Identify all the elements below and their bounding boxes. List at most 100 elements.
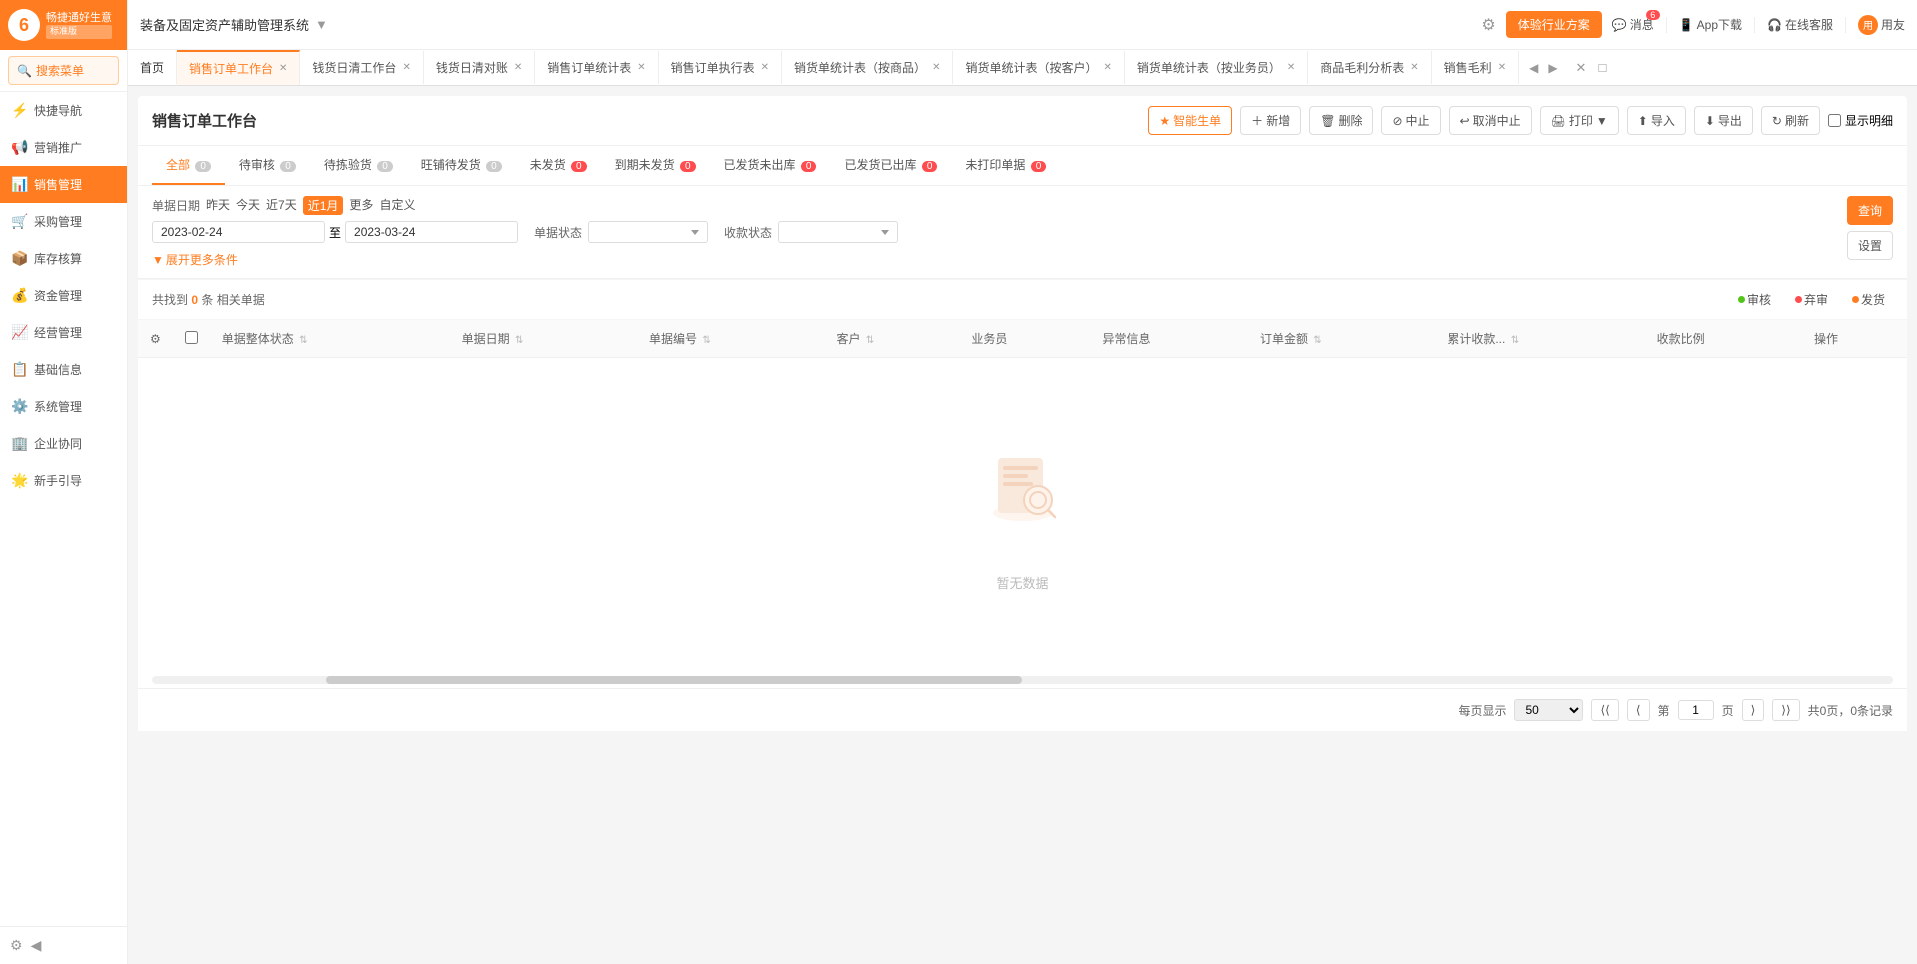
sidebar-item-finance[interactable]: 💰 资金管理 bbox=[0, 277, 127, 314]
filter-tab-shipped-not-out[interactable]: 已发货未出库 0 bbox=[710, 146, 831, 185]
sort-number-icon[interactable]: ⇅ bbox=[702, 335, 710, 346]
user-action[interactable]: 用 用友 bbox=[1858, 15, 1905, 35]
tab-sales-exec[interactable]: 销售订单执行表 ✕ bbox=[659, 51, 782, 84]
sidebar-item-system[interactable]: ⚙️ 系统管理 bbox=[0, 388, 127, 425]
tab-close-margin-analysis[interactable]: ✕ bbox=[1410, 62, 1418, 73]
date-to-input[interactable] bbox=[345, 221, 518, 243]
date-option-yesterday[interactable]: 昨天 bbox=[206, 196, 230, 215]
stop-button[interactable]: ⊘ 中止 bbox=[1381, 106, 1440, 135]
date-option-today[interactable]: 今天 bbox=[236, 196, 260, 215]
tab-close-sales-increase[interactable]: ✕ bbox=[1498, 62, 1506, 73]
ship-action-button[interactable]: 发货 bbox=[1844, 288, 1893, 311]
date-option-more[interactable]: 更多 bbox=[349, 196, 373, 215]
filter-tab-not-printed[interactable]: 未打印单据 0 bbox=[951, 146, 1060, 185]
first-page-button[interactable]: ⟨⟨ bbox=[1591, 699, 1618, 721]
tab-close-sales-stats[interactable]: ✕ bbox=[637, 62, 645, 73]
horizontal-scrollbar-thumb[interactable] bbox=[326, 676, 1022, 684]
tab-sales-single-product[interactable]: 销货单统计表（按商品） ✕ bbox=[782, 51, 953, 84]
tab-cash-daily[interactable]: 钱货日清工作台 ✕ bbox=[300, 51, 423, 84]
tab-cash-reconcile[interactable]: 钱货日清对账 ✕ bbox=[424, 51, 535, 84]
date-from-input[interactable] bbox=[152, 221, 325, 243]
per-page-select[interactable]: 50 100 200 bbox=[1514, 699, 1583, 721]
sidebar-item-sales[interactable]: 📊 销售管理 bbox=[0, 166, 127, 203]
tab-sales-increase[interactable]: 销售毛利 ✕ bbox=[1432, 51, 1519, 84]
filter-tab-pending-review[interactable]: 待审核 0 bbox=[225, 146, 310, 185]
cancel-stop-button[interactable]: ↩ 取消中止 bbox=[1449, 106, 1532, 135]
filter-tab-pending-inspect[interactable]: 待拣验货 0 bbox=[310, 146, 407, 185]
filter-tab-wangpu[interactable]: 旺铺待发货 0 bbox=[407, 146, 516, 185]
show-detail-checkbox[interactable] bbox=[1828, 114, 1841, 127]
smart-create-button[interactable]: ★ 智能生单 bbox=[1148, 106, 1232, 135]
import-button[interactable]: ⬆ 导入 bbox=[1627, 106, 1686, 135]
tab-scroll-right-icon[interactable]: ▶ bbox=[1544, 59, 1561, 77]
sort-collected-icon[interactable]: ⇅ bbox=[1511, 335, 1519, 346]
tab-close-sales-single-staff[interactable]: ✕ bbox=[1287, 62, 1295, 73]
tab-margin-analysis[interactable]: 商品毛利分析表 ✕ bbox=[1308, 51, 1431, 84]
tab-sales-single-customer[interactable]: 销货单统计表（按客户） ✕ bbox=[953, 51, 1124, 84]
sidebar-item-basic[interactable]: 📋 基础信息 bbox=[0, 351, 127, 388]
sidebar-item-enterprise[interactable]: 🏢 企业协同 bbox=[0, 425, 127, 462]
prev-page-button[interactable]: ⟨ bbox=[1627, 699, 1650, 721]
page-number-input[interactable] bbox=[1678, 700, 1714, 720]
cancel-review-action-button[interactable]: 弃审 bbox=[1787, 288, 1836, 311]
maximize-tab-icon[interactable]: □ bbox=[1594, 58, 1610, 78]
tab-close-sales-single-customer[interactable]: ✕ bbox=[1103, 62, 1111, 73]
payment-select[interactable] bbox=[778, 221, 898, 243]
search-menu-button[interactable]: 🔍 搜索菜单 bbox=[8, 56, 119, 85]
refresh-button[interactable]: ↻ 刷新 bbox=[1761, 106, 1820, 135]
sidebar-item-inventory[interactable]: 📦 库存核算 bbox=[0, 240, 127, 277]
sidebar-item-operations[interactable]: 📈 经营管理 bbox=[0, 314, 127, 351]
last-page-button[interactable]: ⟩⟩ bbox=[1772, 699, 1799, 721]
tab-close-sales-single-product[interactable]: ✕ bbox=[932, 62, 940, 73]
page-title: 销售订单工作台 bbox=[152, 110, 257, 131]
next-page-button[interactable]: ⟩ bbox=[1742, 699, 1765, 721]
status-select[interactable] bbox=[588, 221, 708, 243]
tab-close-sales-workbench[interactable]: ✕ bbox=[279, 63, 287, 74]
filter-tab-overdue[interactable]: 到期未发货 0 bbox=[601, 146, 710, 185]
collapse-sidebar-icon[interactable]: ◀ bbox=[31, 937, 42, 954]
date-option-custom[interactable]: 自定义 bbox=[379, 196, 415, 215]
system-name-dropdown-icon[interactable]: ▼ bbox=[315, 17, 328, 32]
show-detail-checkbox-label[interactable]: 显示明细 bbox=[1828, 112, 1893, 129]
print-button[interactable]: 🖨 打印 ▼ bbox=[1540, 106, 1619, 135]
close-tab-icon[interactable]: ✕ bbox=[1572, 58, 1591, 78]
tab-close-cash-daily[interactable]: ✕ bbox=[402, 62, 410, 73]
tab-sales-workbench[interactable]: 销售订单工作台 ✕ bbox=[177, 50, 300, 85]
query-button[interactable]: 查询 bbox=[1847, 196, 1893, 225]
filter-tab-all[interactable]: 全部 0 bbox=[152, 146, 225, 185]
date-option-1month[interactable]: 近1月 bbox=[303, 196, 344, 215]
sort-amount-icon[interactable]: ⇅ bbox=[1313, 335, 1321, 346]
tab-close-sales-exec[interactable]: ✕ bbox=[761, 62, 769, 73]
add-button[interactable]: ＋ 新增 bbox=[1240, 106, 1301, 135]
online-service-action[interactable]: 🎧 在线客服 bbox=[1767, 16, 1833, 33]
sidebar-item-purchase[interactable]: 🛒 采购管理 bbox=[0, 203, 127, 240]
column-settings-icon[interactable]: ⚙ bbox=[150, 332, 161, 346]
filter-tab-not-shipped[interactable]: 未发货 0 bbox=[516, 146, 601, 185]
filter-tab-shipped-out[interactable]: 已发货已出库 0 bbox=[830, 146, 951, 185]
sidebar-item-newbie[interactable]: 🌟 新手引导 bbox=[0, 462, 127, 499]
delete-button[interactable]: 🗑 删除 bbox=[1309, 106, 1373, 135]
date-option-7days[interactable]: 近7天 bbox=[266, 196, 297, 215]
sort-customer-icon[interactable]: ⇅ bbox=[866, 335, 874, 346]
export-button[interactable]: ⬇ 导出 bbox=[1694, 106, 1753, 135]
sidebar-item-quicknav[interactable]: ⚡ 快捷导航 bbox=[0, 92, 127, 129]
settings-gear-icon[interactable]: ⚙ bbox=[10, 937, 23, 954]
logo-icon: 6 bbox=[8, 9, 40, 41]
select-all-checkbox[interactable] bbox=[185, 331, 198, 344]
review-action-button[interactable]: 审核 bbox=[1730, 288, 1779, 311]
message-action[interactable]: 💬 消息 6 bbox=[1612, 16, 1654, 33]
solution-button[interactable]: 体验行业方案 bbox=[1506, 11, 1602, 38]
tab-sales-stats[interactable]: 销售订单统计表 ✕ bbox=[535, 51, 658, 84]
tab-home[interactable]: 首页 bbox=[128, 51, 177, 84]
app-download-action[interactable]: 📱 App下载 bbox=[1679, 16, 1742, 33]
sort-status-icon[interactable]: ⇅ bbox=[299, 335, 307, 346]
tab-sales-single-staff[interactable]: 销货单统计表（按业务员） ✕ bbox=[1125, 51, 1308, 84]
system-icon: ⚙️ bbox=[12, 399, 28, 415]
settings-button[interactable]: 设置 bbox=[1847, 231, 1893, 260]
tab-scroll-left-icon[interactable]: ◀ bbox=[1525, 59, 1542, 77]
sort-date-icon[interactable]: ⇅ bbox=[515, 335, 523, 346]
tab-close-cash-reconcile[interactable]: ✕ bbox=[514, 62, 522, 73]
topbar-settings-icon[interactable]: ⚙ bbox=[1481, 15, 1495, 35]
expand-conditions-button[interactable]: ▼ 展开更多条件 bbox=[152, 251, 1831, 268]
sidebar-item-marketing[interactable]: 📢 营销推广 bbox=[0, 129, 127, 166]
